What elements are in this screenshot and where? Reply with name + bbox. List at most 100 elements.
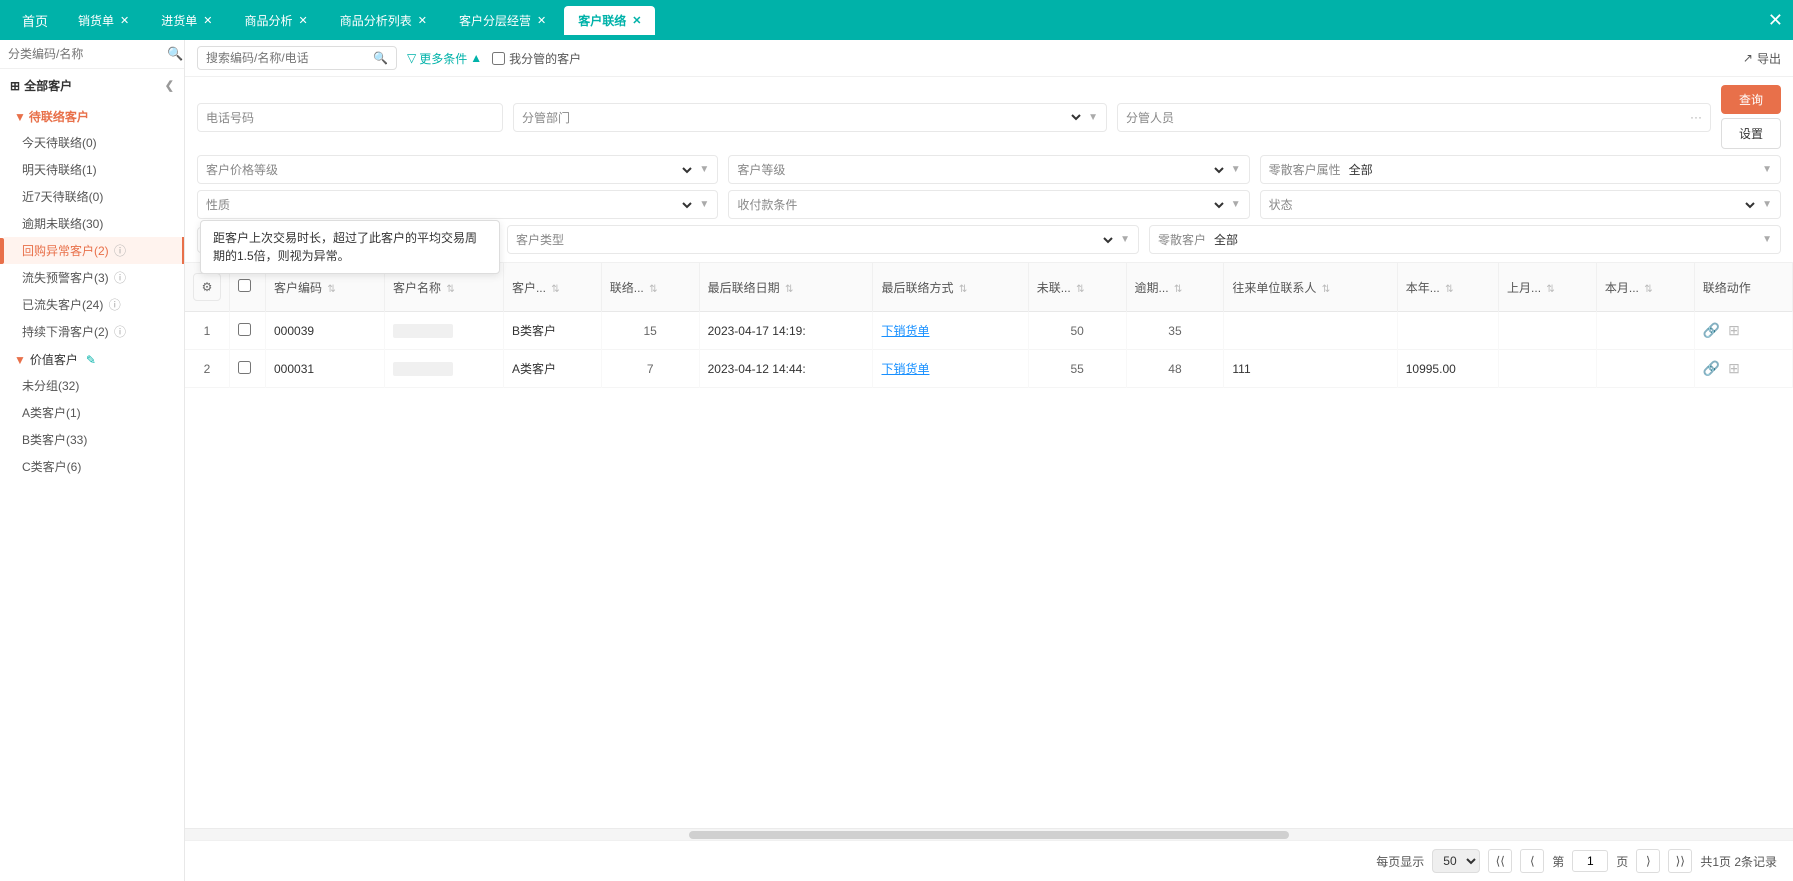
content-area: 🔍 ▽ 更多条件 ▲ 我分管的客户 ↗ 导出 电话号码 <box>185 40 1793 881</box>
nav-tab-product-analysis-close[interactable]: ✕ <box>299 14 308 27</box>
nav-tab-product-list[interactable]: 商品分析列表 ✕ <box>326 6 441 35</box>
next-page-btn[interactable]: ⟩ <box>1636 849 1660 873</box>
row2-method-link[interactable]: 下销货单 <box>881 362 929 376</box>
nav-tab-product-list-label: 商品分析列表 <box>340 12 412 29</box>
sidebar-item-a-class[interactable]: A类客户(1) <box>0 399 184 426</box>
gender-select[interactable] <box>238 197 695 213</box>
row1-grid-icon[interactable]: ⊞ <box>1728 322 1740 339</box>
horizontal-scrollbar[interactable] <box>185 828 1793 840</box>
sidebar-item-continuous-drop[interactable]: 持续下滑客户(2) ⓘ <box>0 318 184 345</box>
sort-person-icon[interactable]: ⇅ <box>1322 284 1330 295</box>
home-tab[interactable]: 首页 <box>10 5 60 36</box>
col-customer-type-label: 客户... <box>512 281 546 295</box>
price-level-select[interactable] <box>286 162 695 178</box>
sidebar-item-overdue[interactable]: 逾期未联络(30) <box>0 210 184 237</box>
sort-year-icon[interactable]: ⇅ <box>1445 284 1453 295</box>
export-button[interactable]: ↗ 导出 <box>1743 50 1781 67</box>
person-more-icon[interactable]: ··· <box>1690 110 1702 124</box>
nav-tab-purchase-label: 进货单 <box>161 12 197 29</box>
nav-tab-sales[interactable]: 销货单 ✕ <box>64 6 143 35</box>
nav-tab-purchase[interactable]: 进货单 ✕ <box>147 6 226 35</box>
dept-select[interactable] <box>578 109 1084 125</box>
col-settings-btn[interactable]: ⚙ <box>193 273 221 301</box>
person-input[interactable] <box>1182 110 1686 124</box>
nav-tab-purchase-close[interactable]: ✕ <box>203 14 212 27</box>
sort-lmonth-icon[interactable]: ⇅ <box>1546 284 1554 295</box>
sidebar-collapse-icon[interactable]: ❮ <box>165 79 174 92</box>
sidebar-item-already-lost[interactable]: 已流失客户(24) ⓘ <box>0 291 184 318</box>
nav-tab-product-list-close[interactable]: ✕ <box>418 14 427 27</box>
sort-code-icon[interactable]: ⇅ <box>327 284 335 295</box>
sidebar-item-lost-warning[interactable]: 流失预警客户(3) ⓘ <box>0 264 184 291</box>
sort-type-icon[interactable]: ⇅ <box>551 284 559 295</box>
search-input[interactable] <box>206 51 368 65</box>
row1-link-icon[interactable]: 🔗 <box>1703 322 1720 339</box>
current-page-input[interactable] <box>1572 850 1608 872</box>
person-field: 分管人员 ··· <box>1117 103 1711 132</box>
sidebar-item-c-class[interactable]: C类客户(6) <box>0 453 184 480</box>
my-customers-checkbox[interactable]: 我分管的客户 <box>492 50 581 67</box>
my-customers-check[interactable] <box>492 52 505 65</box>
sort-tmonth-icon[interactable]: ⇅ <box>1644 284 1652 295</box>
sort-not-icon[interactable]: ⇅ <box>1076 284 1084 295</box>
sidebar-item-repurchase-anomaly[interactable]: 回购异常客户(2) ⓘ <box>4 237 184 264</box>
sidebar-search-icon[interactable]: 🔍 <box>167 46 183 62</box>
settings-button[interactable]: 设置 <box>1721 118 1781 149</box>
more-conditions-btn[interactable]: ▽ 更多条件 ▲ <box>407 50 482 67</box>
sort-date-icon[interactable]: ⇅ <box>785 284 793 295</box>
per-page-select[interactable]: 50 <box>1432 849 1480 873</box>
nav-tab-customer-tier[interactable]: 客户分层经营 ✕ <box>445 6 560 35</box>
customer-level-select[interactable] <box>793 162 1226 178</box>
row2-index: 2 <box>185 350 230 388</box>
nav-tab-customer-contact-close[interactable]: ✕ <box>632 14 641 27</box>
pending-contacts-group[interactable]: ▼ 待联络客户 <box>0 102 184 129</box>
sidebar-item-today[interactable]: 今天待联络(0) <box>0 129 184 156</box>
page-label: 第 <box>1552 853 1564 870</box>
sort-contact-icon[interactable]: ⇅ <box>649 284 657 295</box>
window-close-button[interactable]: ✕ <box>1768 10 1783 31</box>
sort-method-icon[interactable]: ⇅ <box>959 284 967 295</box>
repurchase-anomaly-label: 回购异常客户(2) <box>22 244 109 258</box>
payment-select[interactable] <box>805 197 1226 213</box>
edit-icon[interactable]: ✎ <box>86 353 96 367</box>
per-page-label: 每页显示 <box>1376 853 1424 870</box>
row2-link-icon[interactable]: 🔗 <box>1703 360 1720 377</box>
sidebar-item-tomorrow[interactable]: 明天待联络(1) <box>0 156 184 183</box>
sidebar-item-7days[interactable]: 近7天待联络(0) <box>0 183 184 210</box>
row2-this-year: 10995.00 <box>1397 350 1498 388</box>
sidebar-item-ungrouped[interactable]: 未分组(32) <box>0 372 184 399</box>
search-box[interactable]: 🔍 <box>197 46 397 70</box>
row1-select-checkbox[interactable] <box>238 323 251 336</box>
sidebar-item-b-class[interactable]: B类客户(33) <box>0 426 184 453</box>
col-last-month-label: 上月... <box>1507 281 1541 295</box>
phone-label: 电话号码 <box>206 109 254 126</box>
nav-tab-product-analysis-label: 商品分析 <box>244 12 292 29</box>
sidebar-search-input[interactable] <box>8 47 163 61</box>
row1-method-link[interactable]: 下销货单 <box>881 324 929 338</box>
sidebar-search-box[interactable]: 🔍 <box>0 40 184 69</box>
phone-input[interactable] <box>262 110 494 124</box>
scrollbar-thumb[interactable] <box>689 831 1289 839</box>
sort-name-icon[interactable]: ⇅ <box>446 284 454 295</box>
customer-type-select[interactable] <box>572 232 1116 248</box>
sort-overdue-icon[interactable]: ⇅ <box>1174 284 1182 295</box>
all-customers-section[interactable]: ⊞ 全部客户 ❮ <box>0 69 184 102</box>
row2-this-month <box>1596 350 1694 388</box>
nav-tab-product-analysis[interactable]: 商品分析 ✕ <box>230 6 321 35</box>
search-icon[interactable]: 🔍 <box>373 51 388 65</box>
nav-tab-sales-close[interactable]: ✕ <box>120 14 129 27</box>
row1-index: 1 <box>185 312 230 350</box>
row2-select-checkbox[interactable] <box>238 361 251 374</box>
nav-tab-customer-tier-close[interactable]: ✕ <box>537 14 546 27</box>
last-page-btn[interactable]: ⟩⟩ <box>1668 849 1692 873</box>
query-button[interactable]: 查询 <box>1721 85 1781 114</box>
select-all-checkbox[interactable] <box>238 279 251 292</box>
row2-grid-icon[interactable]: ⊞ <box>1728 360 1740 377</box>
nav-tab-customer-contact[interactable]: 客户联络 ✕ <box>564 6 655 35</box>
col-code-label: 客户编码 <box>274 281 322 295</box>
first-page-btn[interactable]: ⟨⟨ <box>1488 849 1512 873</box>
customer-level-arrow: ▼ <box>1231 164 1241 175</box>
prev-page-btn[interactable]: ⟨ <box>1520 849 1544 873</box>
status-select[interactable] <box>1301 197 1758 213</box>
value-customer-section[interactable]: ▼ 价值客户 ✎ <box>0 345 184 372</box>
